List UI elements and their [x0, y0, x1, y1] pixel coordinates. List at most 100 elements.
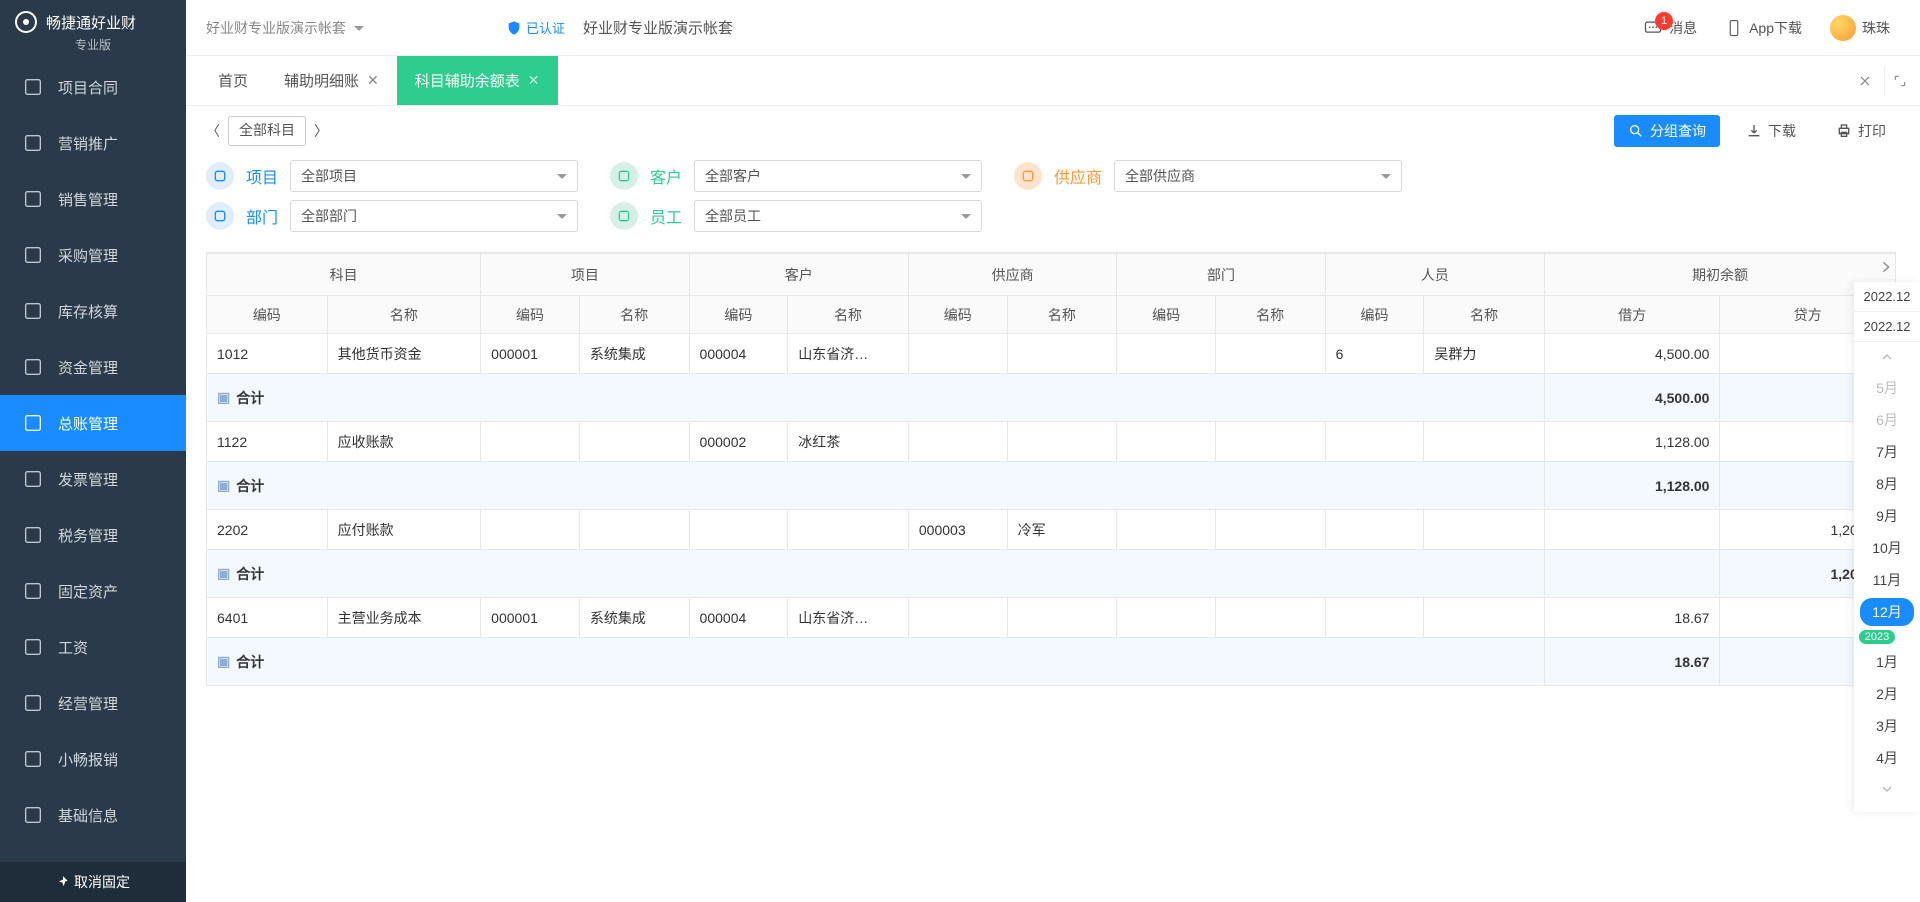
period-month[interactable]: 8月: [1854, 468, 1920, 500]
nav-item-0[interactable]: 项目合同: [0, 59, 186, 115]
table-row[interactable]: 2202应付账款000003冷军1,200.00: [207, 510, 1896, 550]
print-button[interactable]: 打印: [1822, 115, 1900, 147]
nav-item-3[interactable]: 采购管理: [0, 227, 186, 283]
certified-badge: 已认证: [506, 18, 565, 37]
chevron-down-icon: [961, 208, 971, 224]
period-month[interactable]: 2月: [1854, 678, 1920, 710]
col-sub-header: 名称: [579, 296, 689, 334]
expand-columns-button[interactable]: [1878, 259, 1894, 278]
tabs: 首页辅助明细账✕科目辅助余额表✕: [186, 56, 1920, 106]
subtotal-row: ▣合计18.67: [207, 638, 1896, 686]
fullscreen-button[interactable]: [1884, 66, 1914, 96]
filter-select-供应商[interactable]: 全部供应商: [1114, 160, 1402, 192]
filter-select-项目[interactable]: 全部项目: [290, 160, 578, 192]
filter-chip-icon: [206, 162, 234, 190]
filter-select-员工[interactable]: 全部员工: [694, 200, 982, 232]
messages-button[interactable]: 消息 1: [1633, 18, 1707, 38]
filter-chip-icon: [610, 162, 638, 190]
page-toolbar: 〈 全部科目 〉 分组查询 下载 打印: [186, 106, 1920, 156]
app-download-button[interactable]: App下载: [1715, 18, 1812, 38]
summary-icon: ▣: [217, 389, 230, 406]
breadcrumb-root[interactable]: 全部科目: [228, 116, 306, 146]
nav-item-7[interactable]: 发票管理: [0, 451, 186, 507]
account-select[interactable]: 好业财专业版演示帐套: [206, 18, 486, 38]
col-sub-header: 借方: [1544, 296, 1719, 334]
tab-0[interactable]: 首页: [200, 56, 266, 105]
col-sub-header: 名称: [788, 296, 909, 334]
col-group-header: 人员: [1325, 254, 1544, 296]
brand-logo-icon: [14, 10, 38, 34]
filter-label: 客户: [650, 164, 682, 188]
summary-icon: ▣: [217, 653, 230, 670]
tab-2[interactable]: 科目辅助余额表✕: [397, 56, 558, 105]
tab-close-icon[interactable]: ✕: [528, 72, 540, 89]
shield-icon: [506, 20, 522, 36]
filter-chip-icon: [206, 202, 234, 230]
nav-item-10[interactable]: 工资: [0, 619, 186, 675]
period-month[interactable]: 9月: [1854, 500, 1920, 532]
sidebar-unpin-button[interactable]: 取消固定: [0, 862, 186, 902]
filter-label: 员工: [650, 204, 682, 228]
close-icon: [1858, 74, 1872, 88]
main: 好业财专业版演示帐套 已认证 好业财专业版演示帐套 消息 1 App下载 珠珠: [186, 0, 1920, 902]
nav-item-1[interactable]: 营销推广: [0, 115, 186, 171]
col-group-header: 科目: [207, 254, 481, 296]
tab-close-icon[interactable]: ✕: [367, 72, 379, 89]
period-month: 6月: [1854, 404, 1920, 436]
download-icon: [1746, 123, 1762, 139]
period-month[interactable]: 10月: [1854, 532, 1920, 564]
nav-item-8[interactable]: 税务管理: [0, 507, 186, 563]
period-range-to[interactable]: 2022.12: [1854, 312, 1920, 342]
period-month[interactable]: 7月: [1854, 436, 1920, 468]
download-button[interactable]: 下载: [1732, 115, 1810, 147]
period-year-tag: 2023: [1859, 630, 1895, 644]
filter-select-客户[interactable]: 全部客户: [694, 160, 982, 192]
period-month[interactable]: 3月: [1854, 710, 1920, 742]
nav-item-9[interactable]: 固定资产: [0, 563, 186, 619]
subtotal-row: ▣合计4,500.00: [207, 374, 1896, 422]
nav-item-14[interactable]: 系统管理: [0, 843, 186, 862]
filter-部门: 部门全部部门: [206, 200, 578, 232]
tab-1[interactable]: 辅助明细账✕: [266, 56, 397, 105]
col-group-header: 部门: [1117, 254, 1325, 296]
period-scroll-down[interactable]: [1854, 774, 1920, 804]
table-row[interactable]: 1012其他货币资金000001系统集成000004山东省济…6吴群力4,500…: [207, 334, 1896, 374]
period-month[interactable]: 1月: [1854, 646, 1920, 678]
breadcrumb-prev[interactable]: 〈: [206, 121, 220, 141]
user-menu[interactable]: 珠珠: [1820, 15, 1900, 41]
filter-label: 部门: [246, 204, 278, 228]
period-range-from[interactable]: 2022.12: [1854, 282, 1920, 312]
account-name: 好业财专业版演示帐套: [583, 17, 733, 38]
chevron-down-icon: [557, 208, 567, 224]
nav-item-5[interactable]: 资金管理: [0, 339, 186, 395]
table-row[interactable]: 1122应收账款000002冰红茶1,128.00: [207, 422, 1896, 462]
period-month[interactable]: 12月: [1860, 598, 1914, 626]
nav-item-13[interactable]: 基础信息: [0, 787, 186, 843]
nav-item-2[interactable]: 销售管理: [0, 171, 186, 227]
nav-item-11[interactable]: 经营管理: [0, 675, 186, 731]
sidebar: 畅捷通好业财 专业版 项目合同营销推广销售管理采购管理库存核算资金管理总账管理发…: [0, 0, 186, 902]
chevron-down-icon: [557, 168, 567, 184]
col-group-header: 项目: [481, 254, 689, 296]
expand-icon: [1893, 74, 1907, 88]
col-sub-header: 编码: [908, 296, 1007, 334]
table-row[interactable]: 6401主营业务成本000001系统集成000004山东省济…18.67: [207, 598, 1896, 638]
close-all-tabs-button[interactable]: [1850, 66, 1880, 96]
period-month[interactable]: 11月: [1854, 564, 1920, 596]
period-scroll-up[interactable]: [1854, 342, 1920, 372]
group-query-button[interactable]: 分组查询: [1614, 115, 1720, 147]
period-panel: 2022.12 2022.12 5月6月7月8月9月10月11月12月 2023…: [1854, 282, 1920, 812]
col-sub-header: 编码: [689, 296, 788, 334]
col-sub-header: 编码: [1325, 296, 1424, 334]
brand-title: 畅捷通好业财: [46, 12, 136, 33]
period-month[interactable]: 4月: [1854, 742, 1920, 774]
col-group-header: 客户: [689, 254, 908, 296]
chevron-down-icon: [1381, 168, 1391, 184]
nav-item-4[interactable]: 库存核算: [0, 283, 186, 339]
nav-item-12[interactable]: 小畅报销: [0, 731, 186, 787]
nav-item-6[interactable]: 总账管理: [0, 395, 186, 451]
breadcrumb-next[interactable]: 〉: [314, 121, 328, 141]
search-icon: [1628, 123, 1644, 139]
filter-select-部门[interactable]: 全部部门: [290, 200, 578, 232]
chevron-down-icon: [354, 20, 364, 36]
